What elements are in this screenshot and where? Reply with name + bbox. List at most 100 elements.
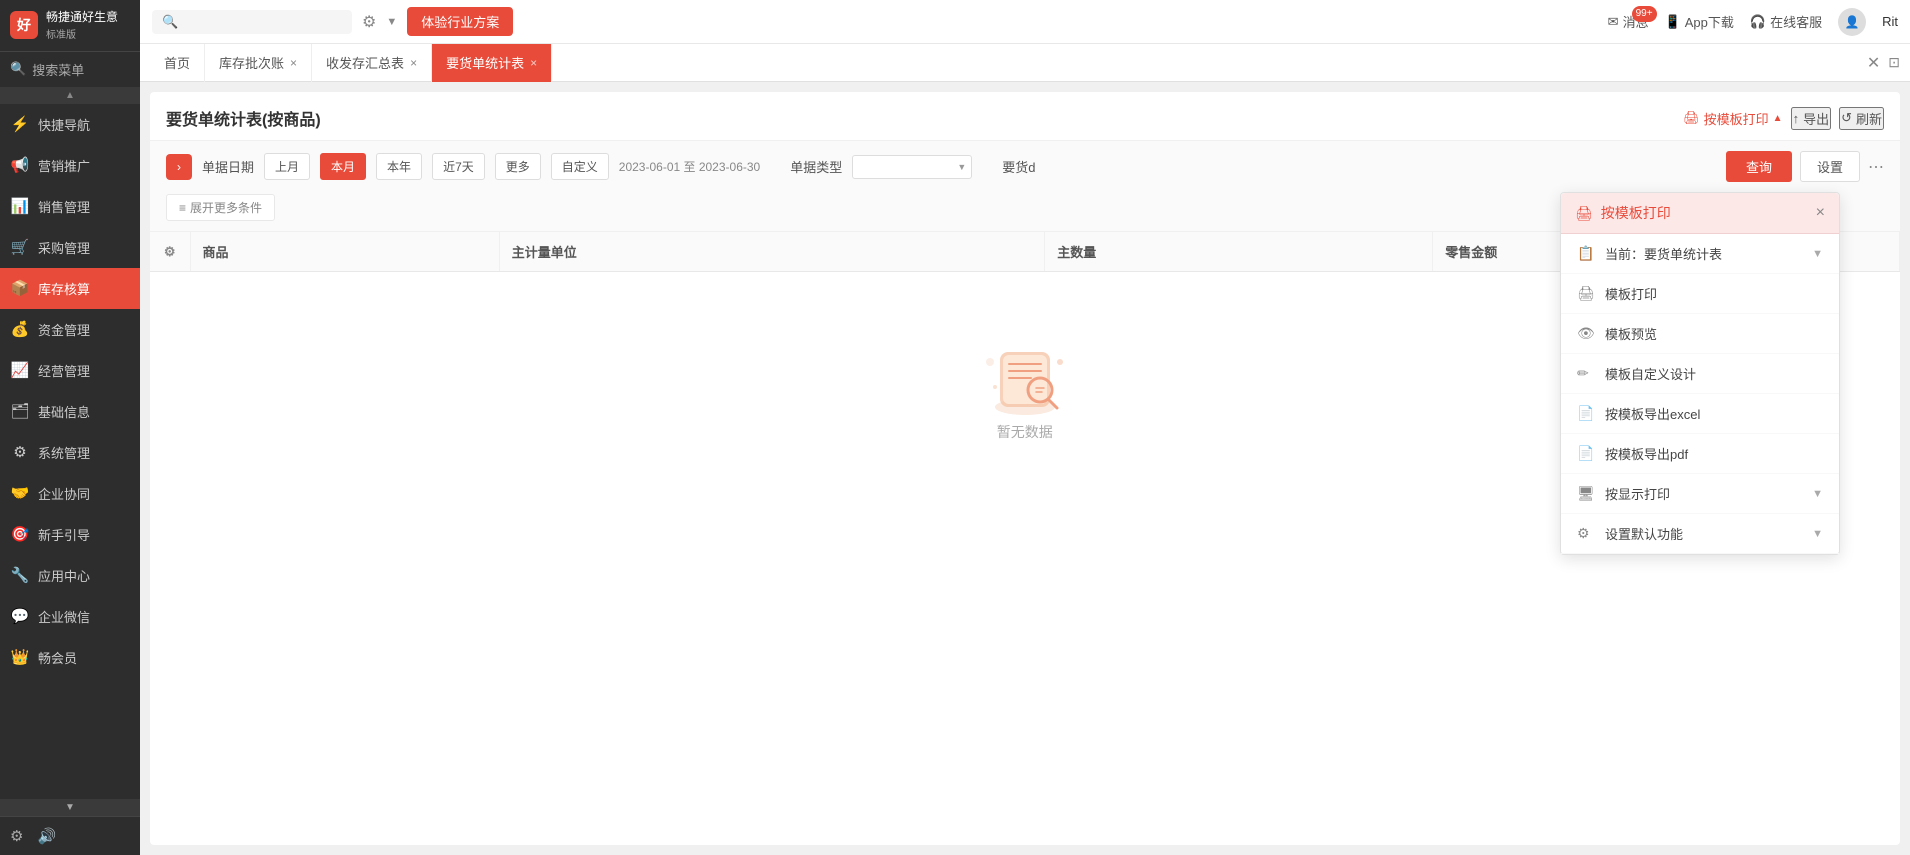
topbar-actions: ✉ 消息 99+ 📱 App下载 🎧 在线客服 👤 Rit xyxy=(1608,8,1898,36)
avatar-placeholder: 👤 xyxy=(1845,15,1860,29)
sidebar-item-purchase[interactable]: 🛒 采购管理 xyxy=(0,227,140,268)
membership-icon: 👑 xyxy=(10,648,30,666)
topbar: 🔍 ⚙ ▼ 体验行业方案 ✉ 消息 99+ 📱 App下载 🎧 在线客服 👤 xyxy=(140,0,1910,44)
sidebar-item-sales[interactable]: 📊 销售管理 xyxy=(0,186,140,227)
sidebar-item-label: 企业协同 xyxy=(38,484,90,503)
message-action[interactable]: ✉ 消息 99+ xyxy=(1608,12,1649,31)
sidebar-item-app-center[interactable]: 🔧 应用中心 xyxy=(0,555,140,596)
basic-icon: 🗂 xyxy=(10,402,30,420)
topbar-gear-icon[interactable]: ⚙ xyxy=(362,12,376,32)
date-btn-last-month[interactable]: 上月 xyxy=(264,153,310,180)
page-header: 要货单统计表(按商品) 🖨 按模板打印 ▲ ↑ 导出 ↺ 刷新 xyxy=(150,92,1900,141)
main-area: 🔍 ⚙ ▼ 体验行业方案 ✉ 消息 99+ 📱 App下载 🎧 在线客服 👤 xyxy=(140,0,1910,855)
dropdown-set-default-left: ⚙ 设置默认功能 xyxy=(1577,524,1683,543)
dropdown-close-icon[interactable]: × xyxy=(1816,204,1825,222)
app-download-action[interactable]: 📱 App下载 xyxy=(1665,12,1734,31)
date-btn-this-year[interactable]: 本年 xyxy=(376,153,422,180)
dropdown-current-template[interactable]: 📋 当前：要货单统计表 ▼ xyxy=(1561,234,1839,274)
order-type-select[interactable] xyxy=(852,155,972,179)
btn-refresh[interactable]: ↺ 刷新 xyxy=(1839,107,1884,130)
btn-settings[interactable]: 设置 xyxy=(1800,151,1860,182)
date-btn-custom[interactable]: 自定义 xyxy=(551,153,609,180)
table-settings-icon[interactable]: ⚙ xyxy=(150,232,190,272)
th-product: 商品 xyxy=(190,232,499,272)
tab-home[interactable]: 首页 xyxy=(150,44,205,82)
sidebar-item-membership[interactable]: 👑 畅会员 xyxy=(0,637,140,678)
date-range-display: 2023-06-01 至 2023-06-30 xyxy=(619,158,760,175)
sidebar-item-quick-nav[interactable]: ⚡ 快捷导航 xyxy=(0,104,140,145)
topbar-search-input[interactable] xyxy=(184,15,324,29)
tab-requisition-stats-close[interactable]: × xyxy=(530,57,537,69)
sidebar-item-label: 采购管理 xyxy=(38,238,90,257)
message-icon: ✉ xyxy=(1608,14,1619,30)
sidebar-item-collab[interactable]: 🤝 企业协同 xyxy=(0,473,140,514)
window-maximize-icon[interactable]: ⊡ xyxy=(1888,54,1900,71)
dropdown-item-export-excel[interactable]: 📄 按模板导出excel xyxy=(1561,394,1839,434)
speaker-icon[interactable]: 🔊 xyxy=(37,827,56,845)
sidebar-item-finance[interactable]: 💰 资金管理 xyxy=(0,309,140,350)
tab-inventory-batch-label: 库存批次账 xyxy=(219,53,284,72)
guide-icon: 🎯 xyxy=(10,525,30,543)
sidebar-item-label: 销售管理 xyxy=(38,197,90,216)
more-options-icon[interactable]: ⋯ xyxy=(1868,157,1884,177)
expand-icon: ≡ xyxy=(179,201,186,215)
btn-query[interactable]: 查询 xyxy=(1726,151,1792,182)
date-btn-more[interactable]: 更多 xyxy=(495,153,541,180)
btn-export[interactable]: ↑ 导出 xyxy=(1791,107,1832,130)
th-unit: 主计量单位 xyxy=(499,232,1045,272)
current-template-icon: 📋 xyxy=(1577,245,1595,262)
dropdown-item-template-print[interactable]: 🖨 模板打印 xyxy=(1561,274,1839,314)
date-btn-this-month[interactable]: 本月 xyxy=(320,153,366,180)
window-close-icon[interactable]: ✕ xyxy=(1867,53,1880,73)
dropdown-item-template-preview[interactable]: 👁 模板预览 xyxy=(1561,314,1839,354)
sidebar-item-guide[interactable]: 🎯 新手引导 xyxy=(0,514,140,555)
dropdown-item-export-pdf[interactable]: 📄 按模板导出pdf xyxy=(1561,434,1839,474)
date-btn-7days[interactable]: 近7天 xyxy=(432,153,485,180)
date-filter-label: 单据日期 xyxy=(202,157,254,176)
logo-icon: 好 xyxy=(10,11,38,39)
template-custom-icon: ✏ xyxy=(1577,365,1595,382)
query-area: 查询 设置 ⋯ xyxy=(1726,151,1884,182)
tab-collection-summary-close[interactable]: × xyxy=(410,57,417,69)
tab-requisition-stats[interactable]: 要货单统计表 × xyxy=(432,44,552,82)
sidebar-item-system[interactable]: ⚙ 系统管理 xyxy=(0,432,140,473)
scroll-up[interactable]: ▲ xyxy=(0,87,140,104)
purchase-icon: 🛒 xyxy=(10,238,30,256)
btn-template-print[interactable]: 🖨 按模板打印 ▲ xyxy=(1683,109,1782,128)
tab-inventory-batch-close[interactable]: × xyxy=(290,57,297,69)
dropdown-item-template-custom[interactable]: ✏ 模板自定义设计 xyxy=(1561,354,1839,394)
sidebar-search[interactable]: 🔍 搜索菜单 xyxy=(0,52,140,87)
sidebar-item-inventory[interactable]: 📦 库存核算 xyxy=(0,268,140,309)
sidebar-item-label: 基础信息 xyxy=(38,402,90,421)
dropdown-display-print[interactable]: 🖥 按显示打印 ▼ xyxy=(1561,474,1839,514)
sidebar-item-basic[interactable]: 🗂 基础信息 xyxy=(0,391,140,432)
user-avatar[interactable]: 👤 xyxy=(1838,8,1866,36)
promo-button[interactable]: 体验行业方案 xyxy=(407,7,513,36)
marketing-icon: 📢 xyxy=(10,156,30,174)
settings-bottom-icon[interactable]: ⚙ xyxy=(10,827,23,845)
chevron-up-icon: ▲ xyxy=(1773,113,1783,124)
topbar-dropdown-arrow[interactable]: ▼ xyxy=(386,16,397,28)
sidebar-item-wechat[interactable]: 💬 企业微信 xyxy=(0,596,140,637)
sidebar-item-label: 快捷导航 xyxy=(38,115,90,134)
system-icon: ⚙ xyxy=(10,443,30,461)
tab-inventory-batch[interactable]: 库存批次账 × xyxy=(205,44,312,82)
topbar-search-box[interactable]: 🔍 xyxy=(152,10,352,34)
tab-collection-summary[interactable]: 收发存汇总表 × xyxy=(312,44,432,82)
dropdown-printer-icon: 🖨 xyxy=(1575,205,1593,222)
tabbar: 首页 库存批次账 × 收发存汇总表 × 要货单统计表 × ✕ ⊡ xyxy=(140,44,1910,82)
sidebar-item-marketing[interactable]: 📢 营销推广 xyxy=(0,145,140,186)
dropdown-set-default[interactable]: ⚙ 设置默认功能 ▼ xyxy=(1561,514,1839,554)
display-print-label: 按显示打印 xyxy=(1605,484,1670,503)
export-excel-icon: 📄 xyxy=(1577,405,1595,422)
display-print-icon: 🖥 xyxy=(1577,485,1595,502)
online-service-action[interactable]: 🎧 在线客服 xyxy=(1750,12,1822,31)
scroll-down[interactable]: ▼ xyxy=(0,799,140,816)
order-type-filter-label: 单据类型 xyxy=(790,157,842,176)
btn-expand-filters[interactable]: ≡ 展开更多条件 xyxy=(166,194,275,221)
chevron-down-icon: ▼ xyxy=(1812,248,1823,260)
filter-collapse-toggle[interactable]: › xyxy=(166,154,192,180)
sidebar-item-operations[interactable]: 📈 经营管理 xyxy=(0,350,140,391)
collab-icon: 🤝 xyxy=(10,484,30,502)
refresh-icon: ↺ xyxy=(1841,110,1852,126)
